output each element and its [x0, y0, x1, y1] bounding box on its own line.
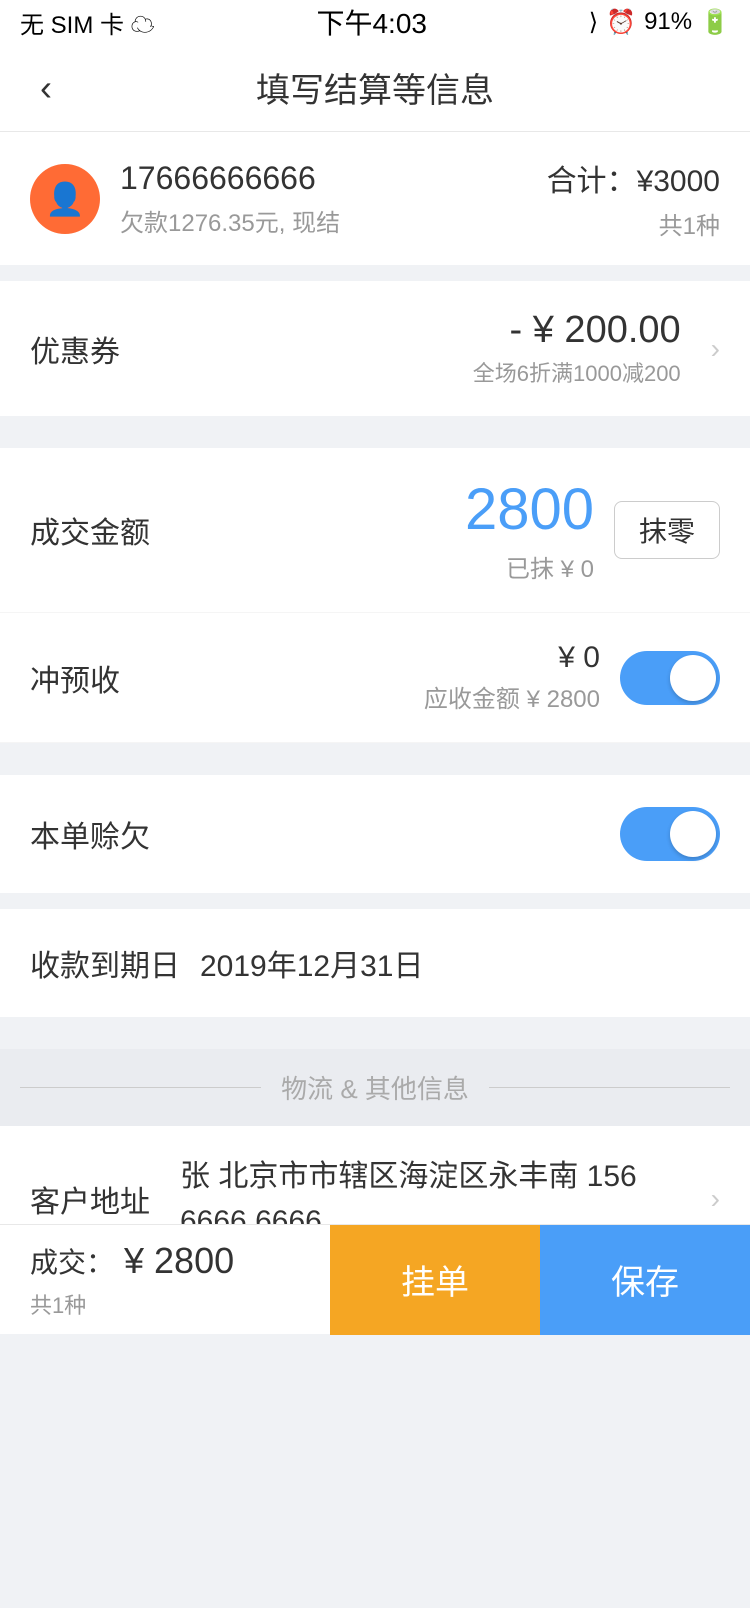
sheqian-section: 本单赊欠	[0, 775, 750, 893]
status-time: 下午4:03	[316, 2, 427, 42]
separator-text: 物流 & 其他信息	[281, 1069, 469, 1106]
chong-amount: ¥ 0	[424, 641, 600, 675]
alarm-icon: ⏰	[606, 8, 636, 37]
total-count: 共1种	[547, 206, 720, 241]
sheqian-toggle[interactable]	[620, 807, 720, 861]
total-label: 合计：	[547, 165, 637, 198]
avatar: 👤	[30, 164, 100, 234]
deal-amount-row: 成交金额 2800 已抹 ¥ 0 抹零	[0, 448, 750, 613]
chong-toggle[interactable]	[620, 651, 720, 705]
customer-card: 👤 17666666666 欠款1276.35元, 现结 合计：¥3000 共1…	[0, 132, 750, 265]
chong-amount-block: ¥ 0 应收金额 ¥ 2800	[424, 641, 600, 714]
deal-amount-right: 2800 已抹 ¥ 0 抹零	[465, 476, 720, 584]
deal-amount-label: 成交金额	[30, 508, 150, 552]
save-button[interactable]: 保存	[540, 1225, 750, 1335]
separator-line-right	[489, 1087, 730, 1088]
page-title: 填写结算等信息	[256, 63, 494, 112]
separator-line-left	[20, 1087, 261, 1088]
battery-icon: 🔋	[700, 8, 730, 37]
nav-bar: ‹ 填写结算等信息	[0, 44, 750, 132]
avatar-icon: 👤	[45, 180, 85, 218]
coupon-section: 优惠券 - ¥ 200.00 全场6折满1000减200 ›	[0, 281, 750, 416]
chong-label: 冲预收	[30, 656, 120, 700]
total-amount: 合计：¥3000	[547, 156, 720, 200]
coupon-label: 优惠券	[30, 327, 120, 371]
bottom-deal-label: 成交：	[30, 1241, 114, 1281]
chong-yushou-row: 冲预收 ¥ 0 应收金额 ¥ 2800	[0, 613, 750, 743]
duedate-content: 收款到期日 2019年12月31日	[30, 941, 720, 985]
chong-right: ¥ 0 应收金额 ¥ 2800	[424, 641, 720, 714]
status-right: ⟩ ⏰ 91% 🔋	[589, 8, 730, 37]
duedate-value: 2019年12月31日	[200, 941, 423, 985]
status-left: 无 SIM 卡 ☁	[20, 5, 155, 40]
coupon-discount: - ¥ 200.00	[473, 309, 681, 352]
section-separator: 物流 & 其他信息	[0, 1049, 750, 1126]
sim-text: 无 SIM 卡 ☁	[20, 5, 155, 40]
address-chevron-icon: ›	[711, 1183, 720, 1215]
chong-sub: 应收金额 ¥ 2800	[424, 679, 600, 714]
bottom-summary: 成交： ¥ 2800 共1种	[0, 1240, 330, 1320]
customer-info: 17666666666 欠款1276.35元, 现结	[120, 160, 340, 238]
sheqian-label: 本单赊欠	[30, 812, 150, 856]
divider-2	[0, 759, 750, 775]
deal-amount-value: 2800	[465, 476, 594, 543]
coupon-right: - ¥ 200.00 全场6折满1000减200	[473, 309, 681, 388]
battery-text: 91%	[644, 8, 692, 36]
customer-phone: 17666666666	[120, 160, 340, 197]
bottom-bar: 成交： ¥ 2800 共1种 挂单 保存	[0, 1224, 750, 1334]
status-bar: 无 SIM 卡 ☁ 下午4:03 ⟩ ⏰ 91% 🔋	[0, 0, 750, 44]
deal-section: 成交金额 2800 已抹 ¥ 0 抹零 冲预收 ¥ 0 应收金额 ¥ 2800	[0, 448, 750, 743]
customer-right: 合计：¥3000 共1种	[547, 156, 720, 241]
duedate-label: 收款到期日	[30, 941, 180, 985]
divider-3	[0, 1033, 750, 1049]
divider-1	[0, 432, 750, 448]
back-button[interactable]: ‹	[30, 57, 62, 119]
location-icon: ⟩	[589, 8, 598, 37]
deal-amount-sub: 已抹 ¥ 0	[465, 549, 594, 584]
bottom-deal: 成交： ¥ 2800	[30, 1240, 300, 1282]
bottom-deal-count: 共1种	[30, 1288, 300, 1320]
coupon-description: 全场6折满1000减200	[473, 356, 681, 388]
round-zero-button[interactable]: 抹零	[614, 501, 720, 559]
bottom-deal-amount: ¥ 2800	[124, 1240, 234, 1282]
customer-left: 👤 17666666666 欠款1276.35元, 现结	[30, 160, 340, 238]
hang-order-button[interactable]: 挂单	[330, 1225, 540, 1335]
main-content: 👤 17666666666 欠款1276.35元, 现结 合计：¥3000 共1…	[0, 132, 750, 1608]
duedate-section: 收款到期日 2019年12月31日	[0, 909, 750, 1017]
deal-amount-block: 2800 已抹 ¥ 0	[465, 476, 594, 584]
address-label: 客户地址	[30, 1177, 150, 1221]
coupon-chevron-icon: ›	[711, 333, 720, 365]
customer-debt: 欠款1276.35元, 现结	[120, 203, 340, 238]
total-value: ¥3000	[637, 165, 720, 198]
sheqian-row: 本单赊欠	[0, 775, 750, 893]
coupon-row[interactable]: 优惠券 - ¥ 200.00 全场6折满1000减200 ›	[0, 281, 750, 416]
coupon-value-block: - ¥ 200.00 全场6折满1000减200 ›	[473, 309, 720, 388]
